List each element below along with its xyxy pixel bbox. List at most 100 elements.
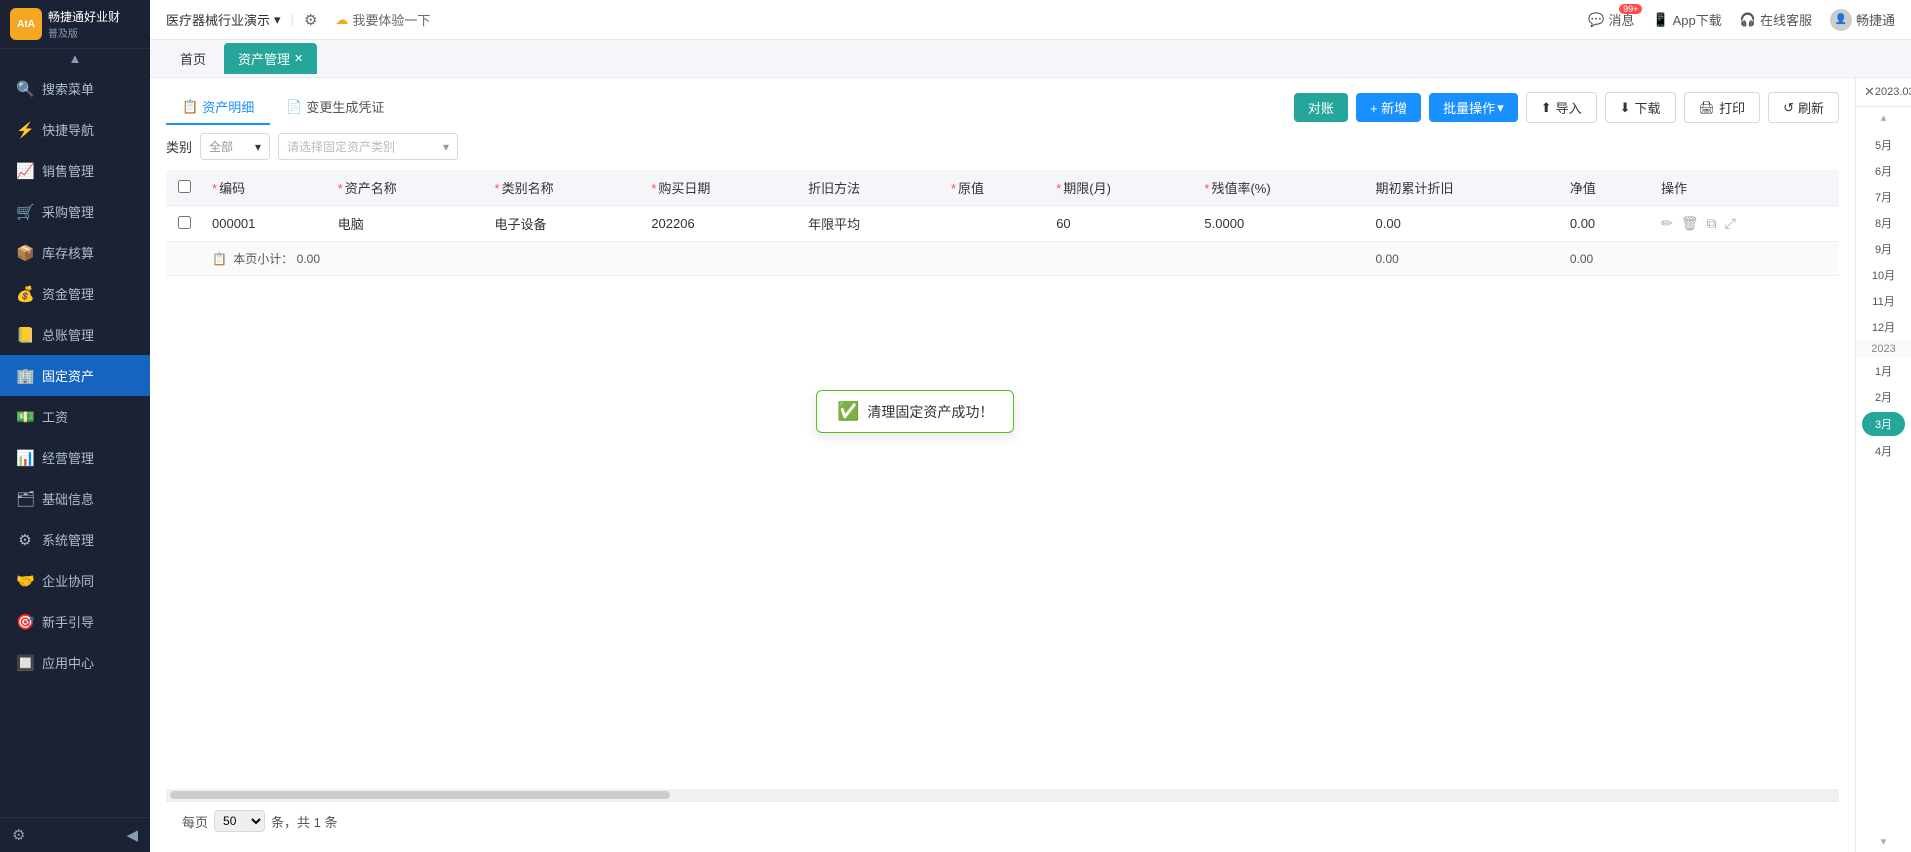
sidebar-item-新手引导[interactable]: 🎯新手引导 bbox=[0, 601, 150, 642]
timeline-month-11[interactable]: 11月 bbox=[1856, 288, 1911, 314]
sidebar-label-12: 企业协同 bbox=[42, 571, 94, 590]
message-icon: 💬 bbox=[1588, 12, 1604, 28]
settings-icon[interactable]: ⚙ bbox=[12, 826, 25, 844]
company-settings-icon[interactable]: ⚙ bbox=[304, 11, 317, 29]
tab-asset-management[interactable]: 资产管理 ✕ bbox=[224, 43, 317, 74]
timeline-scroll-up[interactable]: ▴ bbox=[1856, 107, 1911, 128]
collapse-icon[interactable]: ◀ bbox=[126, 826, 138, 844]
sidebar-item-基础信息[interactable]: 🗂 基础信息 bbox=[0, 478, 150, 519]
row-purchase-date: 202206 bbox=[641, 206, 798, 242]
sidebar-item-快捷导航[interactable]: ⚡快捷导航 bbox=[0, 109, 150, 150]
topbar: 医疗器械行业演示 ▾ | ⚙ ☁ 我要体验一下 💬 消息 99+ 📱 App下载… bbox=[150, 0, 1911, 40]
new-btn[interactable]: + 新增 bbox=[1356, 93, 1421, 122]
sidebar-scroll-up[interactable]: ▲ bbox=[0, 49, 150, 68]
download-btn[interactable]: ⬇ 下载 bbox=[1605, 92, 1676, 123]
row-depreciation-method: 年限平均 bbox=[798, 206, 941, 242]
select-arrow-icon: ▾ bbox=[255, 140, 261, 154]
sub-tabs: 📋 资产明细 📄 变更生成凭证 bbox=[166, 90, 400, 125]
more-icon[interactable]: ⤢ bbox=[1725, 215, 1736, 232]
subtotal-row: 📋 本页小计： 0.00 0.00 0.00 bbox=[166, 242, 1839, 276]
copy-icon[interactable]: ⧉ bbox=[1707, 215, 1717, 232]
select-all-checkbox[interactable] bbox=[178, 180, 191, 193]
success-toast: ✅ 清理固定资产成功！ bbox=[816, 390, 1014, 433]
sidebar-icon-11: ⚙ bbox=[16, 531, 34, 549]
print-btn[interactable]: 🖨 打印 bbox=[1684, 92, 1761, 123]
row-original-value bbox=[941, 206, 1046, 242]
timeline-month-12[interactable]: 12月 bbox=[1856, 314, 1911, 340]
sidebar-icon-1: ⚡ bbox=[16, 121, 34, 139]
sub-tab-voucher[interactable]: 📄 变更生成凭证 bbox=[270, 90, 400, 125]
col-name-header: *资产名称 bbox=[328, 170, 485, 206]
timeline-month-1[interactable]: 1月 bbox=[1856, 358, 1911, 384]
col-code-header: *编码 bbox=[202, 170, 328, 206]
batch-btn[interactable]: 批量操作 ▾ bbox=[1429, 93, 1518, 122]
total-label: 条，共 1 条 bbox=[271, 812, 337, 831]
sidebar-item-固定资产[interactable]: 🏢固定资产 bbox=[0, 355, 150, 396]
online-service-btn[interactable]: 🎧 在线客服 bbox=[1740, 10, 1812, 29]
download-icon2: ⬇ bbox=[1620, 100, 1631, 116]
app-download-btn[interactable]: 📱 App下载 bbox=[1652, 10, 1721, 29]
sidebar-item-经营管理[interactable]: 📊经营管理 bbox=[0, 437, 150, 478]
user-menu[interactable]: 👤 畅捷通 bbox=[1830, 9, 1895, 31]
app-download-label: App下载 bbox=[1673, 10, 1722, 29]
input-arrow-icon: ▾ bbox=[443, 140, 449, 154]
row-code: 000001 bbox=[202, 206, 328, 242]
sidebar-item-资金管理[interactable]: 💰资金管理 bbox=[0, 273, 150, 314]
edit-icon[interactable]: ✏ bbox=[1661, 215, 1673, 232]
category-select[interactable]: 全部 ▾ bbox=[200, 133, 270, 160]
scrollbar-thumb[interactable] bbox=[170, 791, 670, 799]
sidebar-item-销售管理[interactable]: 📈销售管理 bbox=[0, 150, 150, 191]
timeline-month-8[interactable]: 8月 bbox=[1856, 210, 1911, 236]
company-selector[interactable]: 医疗器械行业演示 ▾ bbox=[166, 10, 281, 29]
sub-tab-detail-icon: 📋 bbox=[182, 99, 198, 115]
sidebar-item-应用中心[interactable]: 🔲应用中心 bbox=[0, 642, 150, 683]
timeline-month-2[interactable]: 2月 bbox=[1856, 384, 1911, 410]
sidebar-item-系统管理[interactable]: ⚙系统管理 bbox=[0, 519, 150, 560]
sub-tab-asset-detail[interactable]: 📋 资产明细 bbox=[166, 90, 270, 125]
sidebar-label-13: 新手引导 bbox=[42, 612, 94, 631]
sidebar-icon-12: 🤝 bbox=[16, 572, 34, 590]
subtotal-initial-dep: 0.00 bbox=[1366, 242, 1560, 276]
sidebar-nav: 🔍搜索菜单⚡快捷导航📈销售管理🛒采购管理📦库存核算💰资金管理📒总账管理🏢固定资产… bbox=[0, 68, 150, 817]
timeline-month-7[interactable]: 7月 bbox=[1856, 184, 1911, 210]
sidebar-icon-5: 💰 bbox=[16, 285, 34, 303]
app-logo: AtA bbox=[10, 8, 42, 40]
sidebar-label-10: 基础信息 bbox=[42, 489, 94, 508]
sidebar-label-2: 销售管理 bbox=[42, 161, 94, 180]
message-btn[interactable]: 💬 消息 99+ bbox=[1588, 10, 1634, 29]
timeline-month-4[interactable]: 4月 bbox=[1856, 438, 1911, 464]
filter-placeholder: 请选择固定资产类别 bbox=[287, 138, 395, 155]
sidebar-item-企业协同[interactable]: 🤝 企业协同 bbox=[0, 560, 150, 601]
timeline-close-btn[interactable]: ✕ bbox=[1864, 84, 1875, 100]
tab-home[interactable]: 首页 bbox=[166, 43, 220, 74]
tab-close-icon[interactable]: ✕ bbox=[294, 52, 303, 65]
category-input[interactable]: 请选择固定资产类别 ▾ bbox=[278, 133, 458, 160]
row-checkbox[interactable] bbox=[178, 216, 191, 229]
refresh-btn[interactable]: ↺ 刷新 bbox=[1768, 92, 1839, 123]
sidebar-item-总账管理[interactable]: 📒总账管理 bbox=[0, 314, 150, 355]
experience-btn[interactable]: ☁ 我要体验一下 bbox=[335, 10, 430, 29]
sidebar-item-库存核算[interactable]: 📦库存核算 bbox=[0, 232, 150, 273]
per-page-select[interactable]: 50 10 20 100 bbox=[214, 810, 265, 832]
reconcile-btn[interactable]: 对账 bbox=[1294, 93, 1348, 122]
timeline-scroll-down[interactable]: ▾ bbox=[1856, 831, 1911, 852]
delete-icon[interactable]: 🗑 bbox=[1681, 215, 1699, 232]
sidebar-item-采购管理[interactable]: 🛒采购管理 bbox=[0, 191, 150, 232]
sidebar: AtA 畅捷通好业财 普及版 ▲ 🔍搜索菜单⚡快捷导航📈销售管理🛒采购管理📦库存… bbox=[0, 0, 150, 852]
timeline-month-3-current[interactable]: 3月 bbox=[1862, 412, 1905, 436]
sidebar-label-4: 库存核算 bbox=[42, 243, 94, 262]
filter-row: 类别 全部 ▾ 请选择固定资产类别 ▾ bbox=[166, 133, 1839, 160]
timeline-month-10[interactable]: 10月 bbox=[1856, 262, 1911, 288]
timeline-month-5[interactable]: 5月 bbox=[1856, 132, 1911, 158]
sidebar-item-搜索菜单[interactable]: 🔍搜索菜单 bbox=[0, 68, 150, 109]
import-btn[interactable]: ⬆ 导入 bbox=[1526, 92, 1597, 123]
sidebar-label-0: 搜索菜单 bbox=[42, 79, 94, 98]
horizontal-scrollbar[interactable] bbox=[166, 789, 1839, 801]
timeline-month-9[interactable]: 9月 bbox=[1856, 236, 1911, 262]
sidebar-icon-10: 🗂 bbox=[16, 490, 34, 508]
app-edition: 普及版 bbox=[48, 25, 120, 40]
sidebar-item-工资[interactable]: 💵工资 bbox=[0, 396, 150, 437]
timeline-month-6[interactable]: 6月 bbox=[1856, 158, 1911, 184]
main-area: 医疗器械行业演示 ▾ | ⚙ ☁ 我要体验一下 💬 消息 99+ 📱 App下载… bbox=[150, 0, 1911, 852]
sidebar-icon-6: 📒 bbox=[16, 326, 34, 344]
